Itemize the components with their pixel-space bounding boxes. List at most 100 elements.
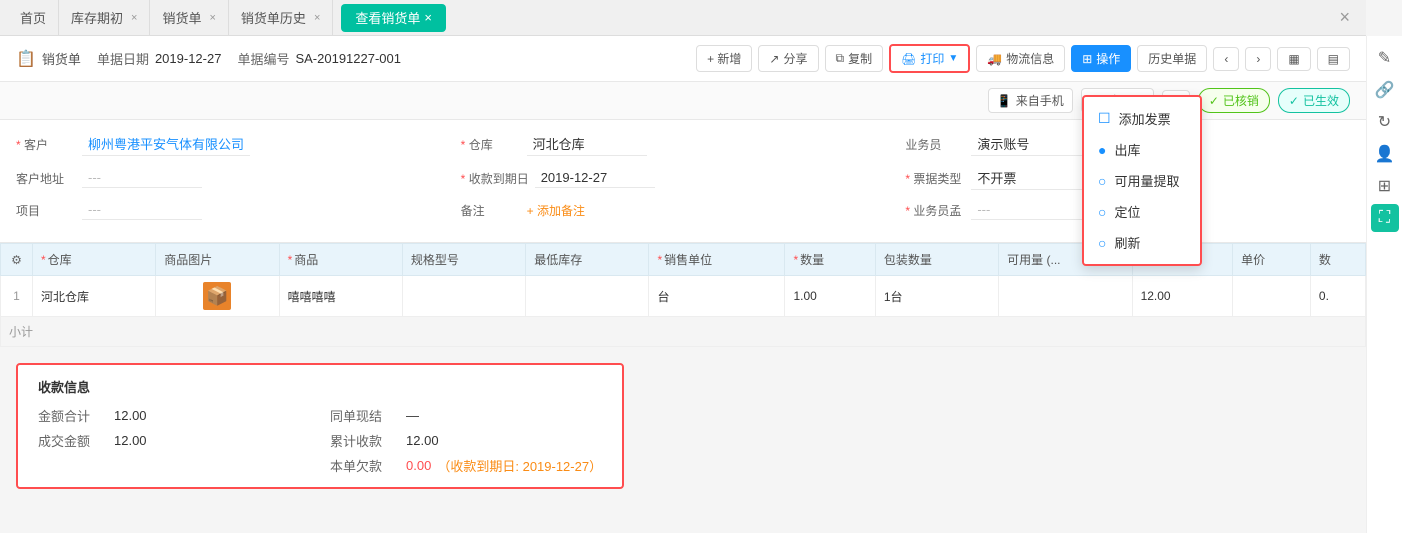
row-num: 1 [1,276,33,317]
row-product: 嘻嘻嘻嘻 [279,276,402,317]
ticket-type-label: 票据类型 [905,170,965,187]
transaction-amount-item: 成交金额 12.00 [38,431,310,450]
staff-value: 演示账号 [971,132,1091,156]
col-unit: *销售单位 [649,244,785,276]
cumulative-value: 12.00 [406,433,439,448]
window-close-button[interactable]: × [1331,7,1358,28]
close-view-sales[interactable]: × [424,10,432,25]
logistics-button[interactable]: 🚚 物流信息 [976,45,1065,72]
address-group: 客户地址 --- [16,168,461,188]
payment-info-box: 收款信息 金额合计 12.00 同单现结 — 成交金额 12.00 累计收款 1… [16,363,624,489]
total-amount-value: 12.00 [114,408,147,423]
project-group: 项目 --- [16,200,461,220]
customer-value[interactable]: 柳州粤港平安气体有限公司 [82,132,250,156]
view-toggle-2[interactable]: ▤ [1317,47,1350,71]
warehouse-value: 河北仓库 [527,132,647,156]
add-note-button[interactable]: + 添加备注 [527,202,585,219]
available-qty-item[interactable]: ○ 可用量提取 [1084,165,1200,196]
grid-icon: ⊞ [1082,52,1092,66]
from-phone-button[interactable]: 📱 来自手机 [988,88,1073,113]
subtotal-cell: 小计 [1,317,1366,347]
due-note: （收款到期日: 2019-12-27） [437,456,602,475]
warehouse-label: 仓库 [461,136,521,153]
next-button[interactable]: › [1245,47,1271,71]
address-label: 客户地址 [16,170,76,187]
check-voided-icon: ✓ [1209,94,1219,108]
locate-item[interactable]: ○ 定位 [1084,196,1200,227]
add-invoice-item[interactable]: ☐ 添加发票 [1084,103,1200,134]
same-order-label: 同单现结 [330,406,400,425]
customer-group: 客户 柳州粤港平安气体有限公司 [16,132,461,156]
cumulative-label: 累计收款 [330,431,400,450]
sidebar-link-icon[interactable]: 🔗 [1371,76,1399,104]
note-label: 备注 [461,202,521,219]
view-toggle-1[interactable]: ▦ [1277,47,1310,71]
warehouse-out-item[interactable]: ● 出库 [1084,134,1200,165]
staff2-label: 业务员孟 [905,202,965,219]
total-amount-label: 金额合计 [38,406,108,425]
subtotal-row: 小计 [1,317,1366,347]
same-order-value: — [406,408,419,423]
close-inventory-init[interactable]: × [131,12,137,24]
add-invoice-icon: ☐ [1098,110,1111,127]
row-warehouse: 河北仓库 [33,276,156,317]
row-unit-price [1233,276,1311,317]
doc-header: 📋 销货单 单据日期 2019-12-27 单据编号 SA-20191227-0… [0,36,1366,82]
print-button[interactable]: 🖨 打印 ▼ [889,44,970,73]
payment-date-label: 收款到期日 [461,170,529,187]
same-order-item: 同单现结 — [330,406,602,425]
doc-type-title: 📋 销货单 [16,49,81,69]
sidebar-table-icon[interactable]: ⊞ [1371,172,1399,200]
col-gear[interactable]: ⚙ [1,244,33,276]
transaction-amount-label: 成交金额 [38,431,108,450]
available-qty-icon: ○ [1098,173,1106,189]
close-sales-order[interactable]: × [209,12,215,24]
tab-home[interactable]: 首页 [8,0,59,36]
check-effective-icon: ✓ [1289,94,1299,108]
row-unit: 台 [649,276,785,317]
tab-view-sales[interactable]: 查看销货单 × [341,4,446,32]
project-value: --- [82,200,202,220]
sidebar-expand-icon[interactable]: ⛶ [1371,204,1399,232]
transaction-amount-value: 12.00 [114,433,147,448]
copy-button[interactable]: ⧉ 复制 [825,45,884,72]
tab-sales-order[interactable]: 销货单 × [150,0,228,36]
col-more: 数 [1310,244,1365,276]
table-row: 1 河北仓库 📦 嘻嘻嘻嘻 台 1.00 1台 12.00 0. [1,276,1366,317]
note-group: 备注 + 添加备注 [461,202,906,219]
new-button[interactable]: + 新增 [696,45,752,72]
share-button[interactable]: ↗ 分享 [758,45,818,72]
payment-section: 收款信息 金额合计 12.00 同单现结 — 成交金额 12.00 累计收款 1… [0,347,1366,505]
current-due-value: 0.00 [406,458,431,473]
header-actions: + 新增 ↗ 分享 ⧉ 复制 🖨 打印 ▼ 🚚 物流信息 ⊞ 操作 [696,44,1350,73]
history-button[interactable]: 历史单据 [1137,45,1207,72]
sidebar-user-icon[interactable]: 👤 [1371,140,1399,168]
address-value: --- [82,168,202,188]
ticket-type-value: 不开票 [971,166,1091,190]
copy-icon: ⧉ [836,51,845,66]
cumulative-item: 累计收款 12.00 [330,431,602,450]
payment-title: 收款信息 [38,377,602,396]
row-product-image: 📦 [156,276,279,317]
operations-button[interactable]: ⊞ 操作 [1071,45,1131,72]
prev-button[interactable]: ‹ [1213,47,1239,71]
staff-label: 业务员 [905,136,965,153]
doc-date-field: 单据日期 2019-12-27 [97,49,222,68]
sidebar-rotate-icon[interactable]: ↻ [1371,108,1399,136]
staff2-value: --- [971,200,1091,220]
refresh-item[interactable]: ○ 刷新 [1084,227,1200,258]
tab-inventory-init[interactable]: 库存期初 × [59,0,150,36]
payment-grid: 金额合计 12.00 同单现结 — 成交金额 12.00 累计收款 12.00 … [38,406,602,475]
close-sales-history[interactable]: × [314,12,320,24]
row-spec [402,276,525,317]
col-pack-qty: 包装数量 [875,244,998,276]
tab-sales-history[interactable]: 销货单历史 × [229,0,333,36]
sidebar-edit-icon[interactable]: ✎ [1371,44,1399,72]
dropdown-arrow: ▼ [948,53,958,64]
col-product: *商品 [279,244,402,276]
voided-badge: ✓ 已核销 [1198,88,1270,113]
doc-icon: 📋 [16,49,36,69]
locate-icon: ○ [1098,204,1106,220]
truck-icon: 🚚 [987,52,1002,66]
doc-meta: 📋 销货单 单据日期 2019-12-27 单据编号 SA-20191227-0… [16,49,401,69]
